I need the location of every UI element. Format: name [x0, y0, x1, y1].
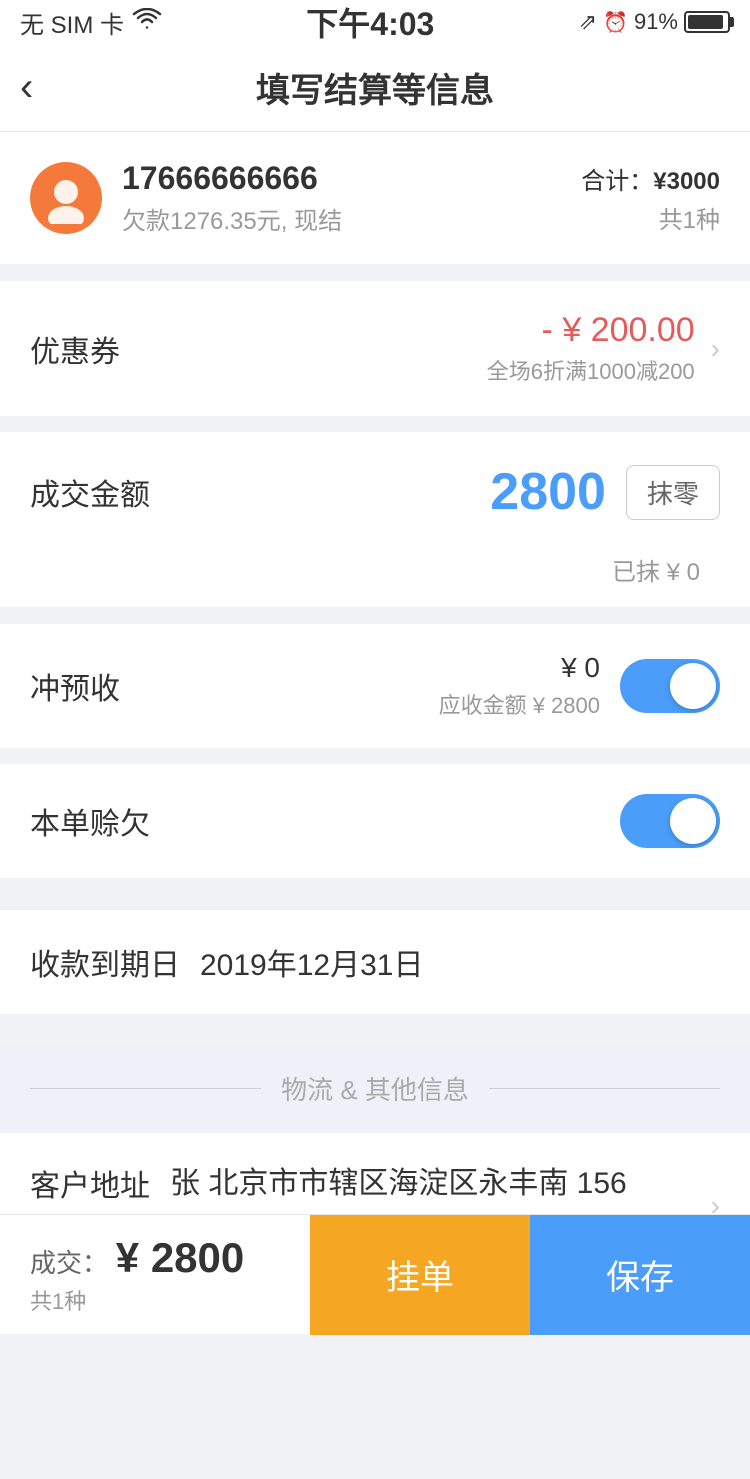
- logistics-line-right: [489, 1088, 720, 1089]
- back-button[interactable]: ‹: [20, 65, 33, 110]
- address-label: 客户地址: [30, 1161, 150, 1205]
- hang-order-button[interactable]: 挂单: [310, 1215, 530, 1335]
- status-left: 无 SIM 卡: [20, 5, 162, 40]
- battery-icon: [684, 11, 730, 33]
- status-right: ⇗ ⏰ 91%: [579, 9, 730, 35]
- bottom-summary-top: 成交： ¥ 2800: [30, 1234, 280, 1282]
- prepay-label: 冲预收: [30, 664, 120, 708]
- wifi-icon: [132, 8, 162, 37]
- transaction-amount-wrap: 2800 抹零: [490, 462, 720, 522]
- discount-label: 优惠券: [30, 327, 120, 371]
- logistics-header: 物流 & 其他信息: [0, 1046, 750, 1131]
- user-left: 17666666666 欠款1276.35元, 现结: [30, 160, 342, 236]
- bottom-summary: 成交： ¥ 2800 共1种: [0, 1234, 310, 1316]
- location-icon: ⇗: [579, 9, 597, 35]
- debt-label: 本单赊欠: [30, 799, 150, 843]
- total-count: 共1种: [581, 200, 720, 235]
- avatar: [30, 162, 102, 234]
- logistics-section: 物流 & 其他信息: [0, 1046, 750, 1131]
- discount-chevron-icon: ›: [711, 333, 720, 365]
- save-button[interactable]: 保存: [530, 1215, 750, 1335]
- user-details: 17666666666 欠款1276.35元, 现结: [122, 160, 342, 236]
- duedate-value: 2019年12月31日: [200, 940, 423, 984]
- total-label: 合计：¥3000: [581, 161, 720, 196]
- prepay-row: 冲预收 ¥ 0 应收金额 ¥ 2800: [0, 623, 750, 748]
- transaction-section: 成交金额 2800 抹零 已抹 ¥ 0: [0, 432, 750, 607]
- transaction-amount: 2800: [490, 462, 606, 522]
- duedate-row: 收款到期日 2019年12月31日: [30, 940, 720, 984]
- discount-info: - ¥ 200.00 全场6折满1000减200: [487, 311, 695, 386]
- section-divider-2: [0, 748, 750, 764]
- section-divider-1: [0, 416, 750, 432]
- discount-amount: - ¥ 200.00: [487, 311, 695, 350]
- summary-amount: ¥ 2800: [116, 1234, 244, 1281]
- prepay-value: ¥ 0: [561, 652, 600, 684]
- section-divider-3: [0, 894, 750, 910]
- summary-label: 成交：: [30, 1248, 108, 1278]
- duedate-label: 收款到期日: [30, 940, 180, 984]
- status-bar: 无 SIM 卡 下午4:03 ⇗ ⏰ 91%: [0, 0, 750, 44]
- transaction-sub: 已抹 ¥ 0: [612, 559, 700, 586]
- debt-toggle-knob: [670, 798, 716, 844]
- logistics-label: 物流 & 其他信息: [261, 1070, 489, 1107]
- bottom-bar: 成交： ¥ 2800 共1种 挂单 保存: [0, 1214, 750, 1334]
- prepay-right: ¥ 0 应收金额 ¥ 2800: [439, 652, 720, 720]
- round-button[interactable]: 抹零: [626, 465, 720, 520]
- due-date-section: 收款到期日 2019年12月31日: [0, 910, 750, 1014]
- status-time: 下午4:03: [306, 0, 434, 45]
- amount-row: 成交金额 2800 抹零: [0, 432, 750, 552]
- debt-toggle[interactable]: [620, 794, 720, 848]
- summary-count: 共1种: [30, 1284, 280, 1316]
- toggle-knob: [670, 663, 716, 709]
- alarm-icon: ⏰: [603, 10, 628, 35]
- sim-label: 无 SIM 卡: [20, 5, 124, 40]
- discount-row[interactable]: 优惠券 - ¥ 200.00 全场6折满1000减200 ›: [0, 280, 750, 416]
- user-info-card: 17666666666 欠款1276.35元, 现结 合计：¥3000 共1种: [0, 132, 750, 264]
- user-subtext: 欠款1276.35元, 现结: [122, 201, 342, 236]
- prepay-values: ¥ 0 应收金额 ¥ 2800: [439, 652, 600, 720]
- discount-desc: 全场6折满1000减200: [487, 354, 695, 386]
- prepay-subtext: 应收金额 ¥ 2800: [439, 688, 600, 720]
- user-phone: 17666666666: [122, 160, 342, 197]
- transaction-label: 成交金额: [30, 470, 150, 514]
- battery-percent: 91%: [634, 9, 678, 35]
- nav-bar: ‹ 填写结算等信息: [0, 44, 750, 132]
- page-title: 填写结算等信息: [256, 63, 494, 112]
- order-total: 合计：¥3000 共1种: [581, 161, 720, 235]
- discount-right-area: - ¥ 200.00 全场6折满1000减200 ›: [487, 311, 720, 386]
- debt-row: 本单赊欠: [0, 764, 750, 878]
- logistics-line-left: [30, 1088, 261, 1089]
- section-divider-4: [0, 1030, 750, 1046]
- prepay-toggle[interactable]: [620, 659, 720, 713]
